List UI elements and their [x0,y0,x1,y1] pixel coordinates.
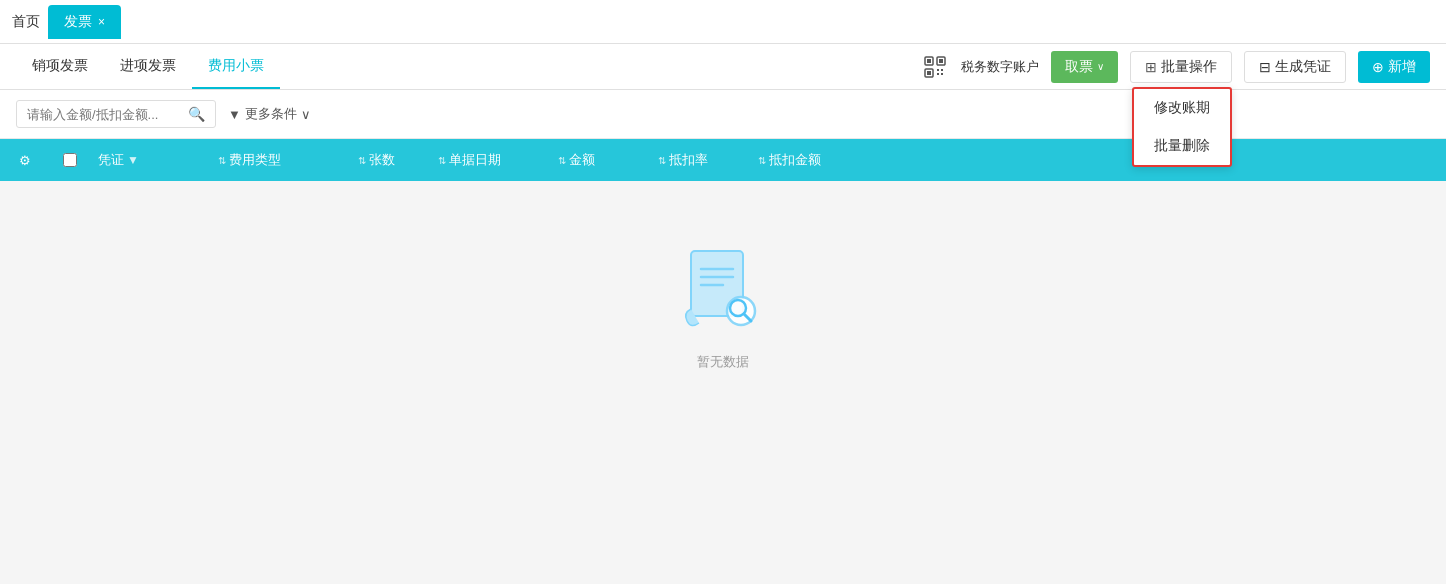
th-checkbox[interactable] [50,153,90,167]
batch-modify-period-item[interactable]: 修改账期 [1134,89,1230,127]
take-label: 取票 [1065,58,1093,76]
qr-code-icon[interactable] [921,53,949,81]
svg-rect-6 [937,69,939,71]
more-filter-button[interactable]: ▼ 更多条件 ∨ [228,105,311,123]
th-deduction-rate-label: 抵扣率 [669,151,708,169]
take-button[interactable]: 取票 ∨ [1051,51,1118,83]
th-deduction-amount-label: 抵扣金额 [769,151,821,169]
svg-rect-9 [941,73,943,75]
svg-rect-5 [927,71,931,75]
empty-text: 暂无数据 [697,353,749,371]
generate-voucher-button[interactable]: ⊟ 生成凭证 [1244,51,1346,83]
add-button[interactable]: ⊕ 新增 [1358,51,1430,83]
sort-amount-icon[interactable]: ⇅ [558,155,566,166]
batch-icon: ⊞ [1145,59,1157,75]
th-count: ⇅ 张数 [350,151,430,169]
th-amount: ⇅ 金额 [550,151,650,169]
th-deduction-amount: ⇅ 抵扣金额 [750,151,870,169]
sort-date-icon[interactable]: ⇅ [438,155,446,166]
tab-expense-receipt[interactable]: 费用小票 [192,45,280,89]
th-voucher-filter-icon[interactable]: ▼ [127,153,139,167]
gear-icon[interactable]: ⚙ [19,153,31,168]
search-input[interactable] [27,107,182,122]
sub-nav-right: 税务数字账户 取票 ∨ ⊞ 批量操作 修改账期 批量删除 ⊟ 生成凭证 ⊕ 新增 [921,51,1430,83]
batch-dropdown-menu: 修改账期 批量删除 [1132,87,1232,167]
add-label: 新增 [1388,58,1416,76]
active-tab[interactable]: 发票 × [48,5,121,39]
tab-sales-invoice[interactable]: 销项发票 [16,45,104,89]
th-date-label: 单据日期 [449,151,501,169]
active-tab-label: 发票 [64,13,92,31]
th-settings[interactable]: ⚙ [0,153,50,168]
sort-deduction-icon[interactable]: ⇅ [758,155,766,166]
th-expense-type-label: 费用类型 [229,151,281,169]
voucher-label: 生成凭证 [1275,58,1331,76]
sub-nav-left: 销项发票 进项发票 费用小票 [16,45,280,89]
svg-rect-3 [939,59,943,63]
filter-label: 更多条件 [245,105,297,123]
th-voucher-label: 凭证 [98,151,124,169]
batch-delete-item[interactable]: 批量删除 [1134,127,1230,165]
voucher-icon: ⊟ [1259,59,1271,75]
th-count-label: 张数 [369,151,395,169]
filter-icon: ▼ [228,107,241,122]
take-chevron: ∨ [1097,61,1104,72]
th-expense-type: ⇅ 费用类型 [210,151,350,169]
svg-rect-1 [927,59,931,63]
empty-state: 暂无数据 [0,181,1446,411]
th-date: ⇅ 单据日期 [430,151,550,169]
tab-purchase-invoice[interactable]: 进项发票 [104,45,192,89]
top-nav: 首页 发票 × [0,0,1446,44]
batch-operation-button[interactable]: ⊞ 批量操作 [1130,51,1232,83]
tax-account-label[interactable]: 税务数字账户 [961,58,1039,76]
search-box[interactable]: 🔍 [16,100,216,128]
svg-rect-7 [941,69,943,71]
search-icon[interactable]: 🔍 [188,106,205,122]
close-tab-icon[interactable]: × [98,15,105,29]
sort-up-icon[interactable]: ⇅ [218,155,226,166]
sort-count-icon[interactable]: ⇅ [358,155,366,166]
th-amount-label: 金额 [569,151,595,169]
sort-rate-icon[interactable]: ⇅ [658,155,666,166]
empty-state-icon [673,241,773,341]
th-deduction-rate: ⇅ 抵扣率 [650,151,750,169]
batch-label: 批量操作 [1161,58,1217,76]
svg-rect-8 [937,73,939,75]
filter-chevron: ∨ [301,107,311,122]
add-icon: ⊕ [1372,59,1384,75]
home-link[interactable]: 首页 [12,13,40,31]
select-all-checkbox[interactable] [63,153,77,167]
th-voucher: 凭证 ▼ [90,151,210,169]
sub-nav: 销项发票 进项发票 费用小票 税务数字账户 取票 ∨ [0,44,1446,90]
batch-operation-wrapper: ⊞ 批量操作 修改账期 批量删除 [1130,51,1232,83]
